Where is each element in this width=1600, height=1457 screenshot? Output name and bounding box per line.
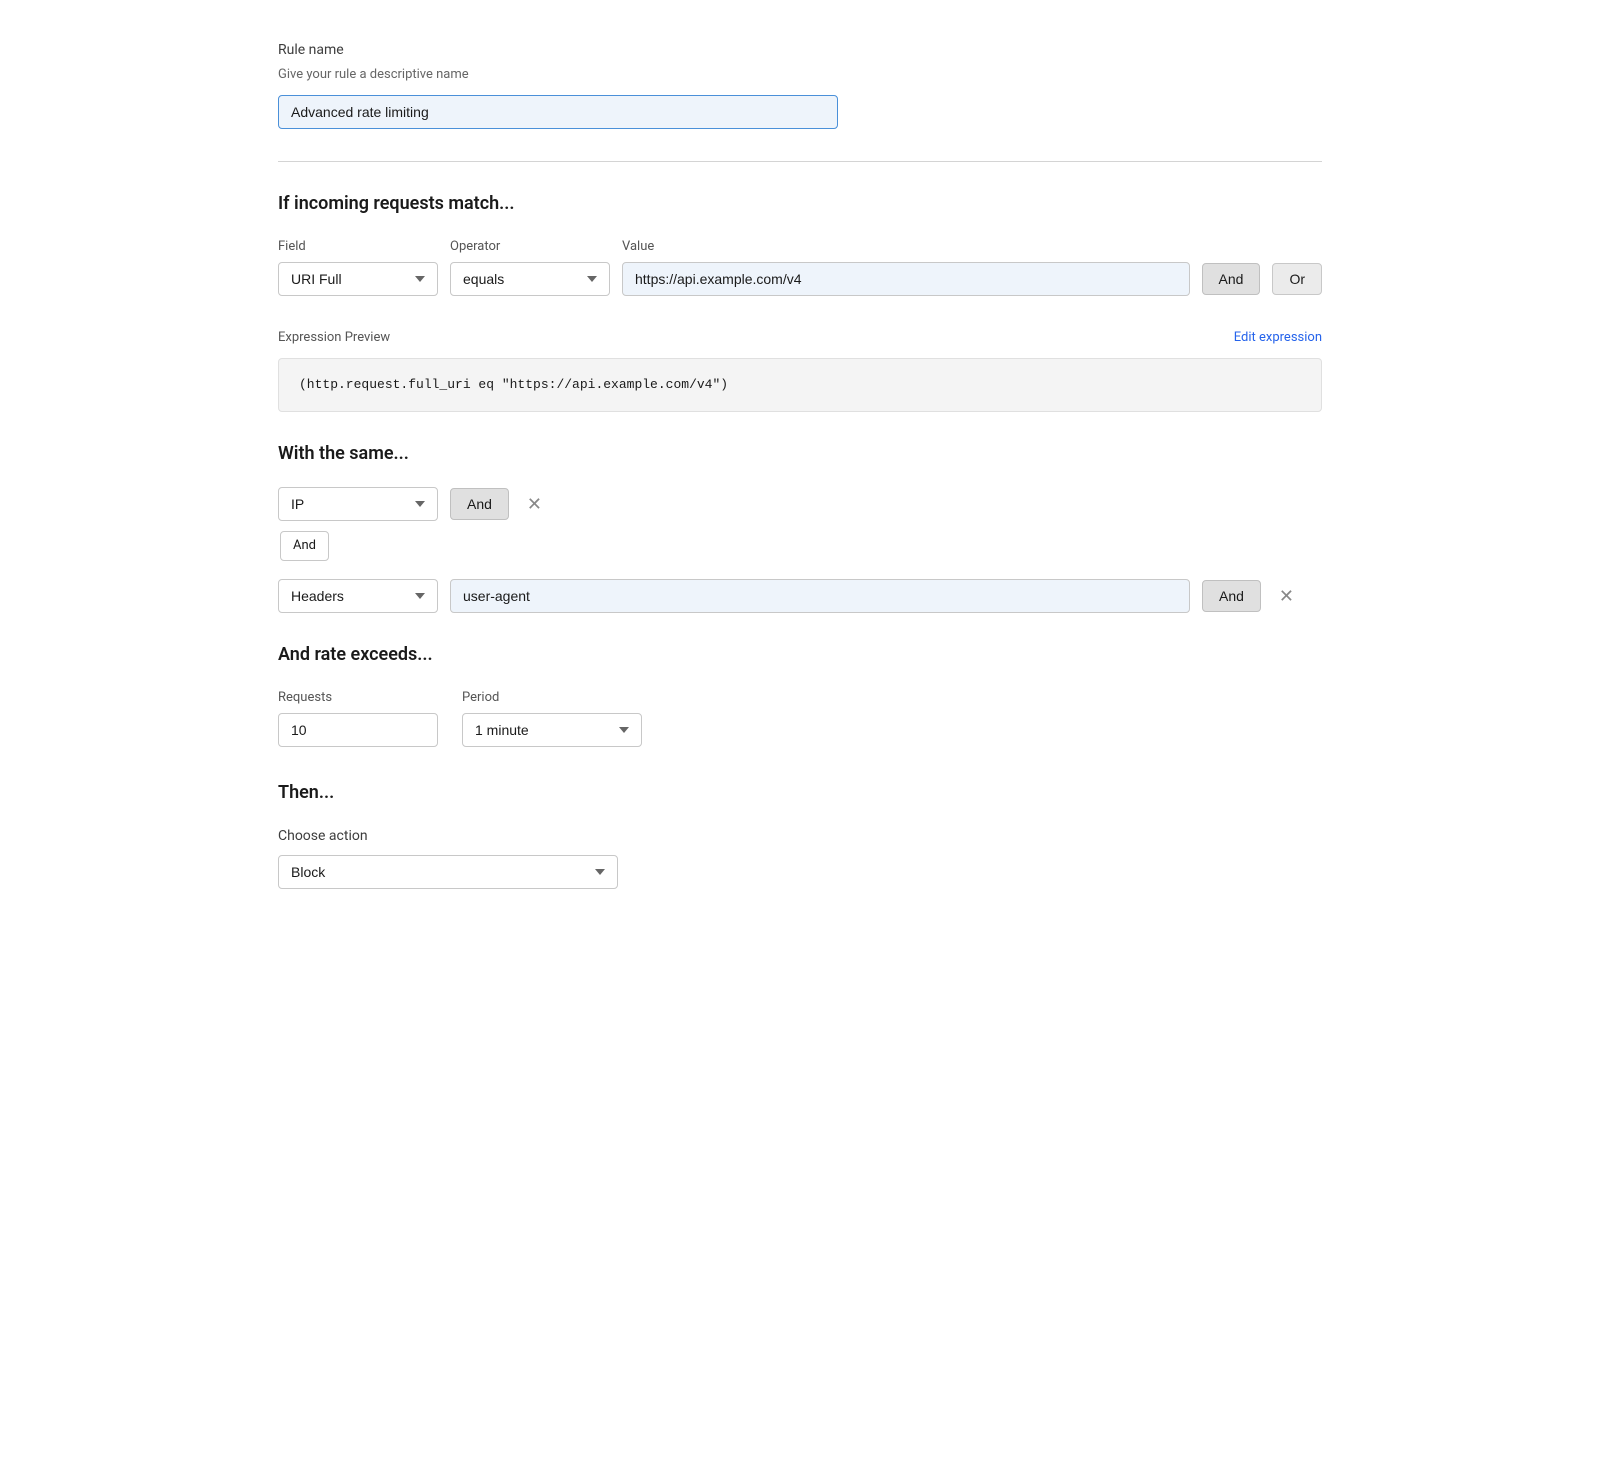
section-divider bbox=[278, 161, 1322, 162]
operator-select[interactable]: equals contains starts with ends with do… bbox=[450, 262, 610, 296]
filter-row: URI Full IP Headers Country User Agent M… bbox=[278, 262, 1322, 296]
expression-box: (http.request.full_uri eq "https://api.e… bbox=[278, 358, 1322, 413]
operator-col-label: Operator bbox=[450, 237, 610, 257]
or-button[interactable]: Or bbox=[1272, 263, 1322, 295]
same-field-select-2[interactable]: IP Headers Country User Agent bbox=[278, 579, 438, 613]
same-and-button-2[interactable]: And bbox=[1202, 580, 1261, 612]
same-and-button-1[interactable]: And bbox=[450, 488, 509, 520]
same-row-first: IP Headers Country User Agent And ✕ bbox=[278, 487, 1322, 521]
and-connector: And bbox=[280, 531, 329, 561]
remove-row-2-button[interactable]: ✕ bbox=[1273, 585, 1300, 607]
rate-row: Requests Period 10 seconds 1 minute 2 mi… bbox=[278, 688, 1322, 748]
with-same-heading: With the same... bbox=[278, 440, 1322, 467]
rule-name-label: Rule name bbox=[278, 40, 1322, 61]
field-col-label: Field bbox=[278, 237, 438, 257]
value-col-label: Value bbox=[622, 237, 654, 257]
period-col: Period 10 seconds 1 minute 2 minutes 5 m… bbox=[462, 688, 642, 748]
period-select[interactable]: 10 seconds 1 minute 2 minutes 5 minutes … bbox=[462, 713, 642, 747]
value-input[interactable] bbox=[622, 262, 1190, 296]
rate-exceeds-heading: And rate exceeds... bbox=[278, 641, 1322, 668]
expression-label: Expression Preview bbox=[278, 328, 390, 348]
same-field-select-1[interactable]: IP Headers Country User Agent bbox=[278, 487, 438, 521]
remove-row-1-button[interactable]: ✕ bbox=[521, 493, 548, 515]
requests-col: Requests bbox=[278, 688, 438, 748]
same-row-second: IP Headers Country User Agent And ✕ bbox=[278, 579, 1322, 613]
rate-exceeds-section: And rate exceeds... Requests Period 10 s… bbox=[278, 641, 1322, 748]
filter-labels-row: Field Operator Value bbox=[278, 237, 1322, 257]
match-section: If incoming requests match... Field Oper… bbox=[278, 190, 1322, 297]
action-select[interactable]: Block Challenge JS Challenge Managed Cha… bbox=[278, 855, 618, 889]
rule-name-input[interactable] bbox=[278, 95, 838, 129]
rule-name-hint: Give your rule a descriptive name bbox=[278, 65, 1322, 85]
rule-name-section: Rule name Give your rule a descriptive n… bbox=[278, 40, 1322, 129]
expression-header: Expression Preview Edit expression bbox=[278, 328, 1322, 348]
field-select[interactable]: URI Full IP Headers Country User Agent M… bbox=[278, 262, 438, 296]
same-value-input[interactable] bbox=[450, 579, 1190, 613]
edit-expression-link[interactable]: Edit expression bbox=[1234, 328, 1322, 348]
period-label: Period bbox=[462, 688, 642, 708]
and-button[interactable]: And bbox=[1202, 263, 1261, 295]
choose-action-label: Choose action bbox=[278, 826, 1322, 847]
requests-label: Requests bbox=[278, 688, 438, 708]
match-heading: If incoming requests match... bbox=[278, 190, 1322, 217]
then-heading: Then... bbox=[278, 779, 1322, 806]
expression-preview-section: Expression Preview Edit expression (http… bbox=[278, 328, 1322, 412]
requests-input[interactable] bbox=[278, 713, 438, 747]
then-section: Then... Choose action Block Challenge JS… bbox=[278, 779, 1322, 889]
with-same-section: With the same... IP Headers Country User… bbox=[278, 440, 1322, 613]
